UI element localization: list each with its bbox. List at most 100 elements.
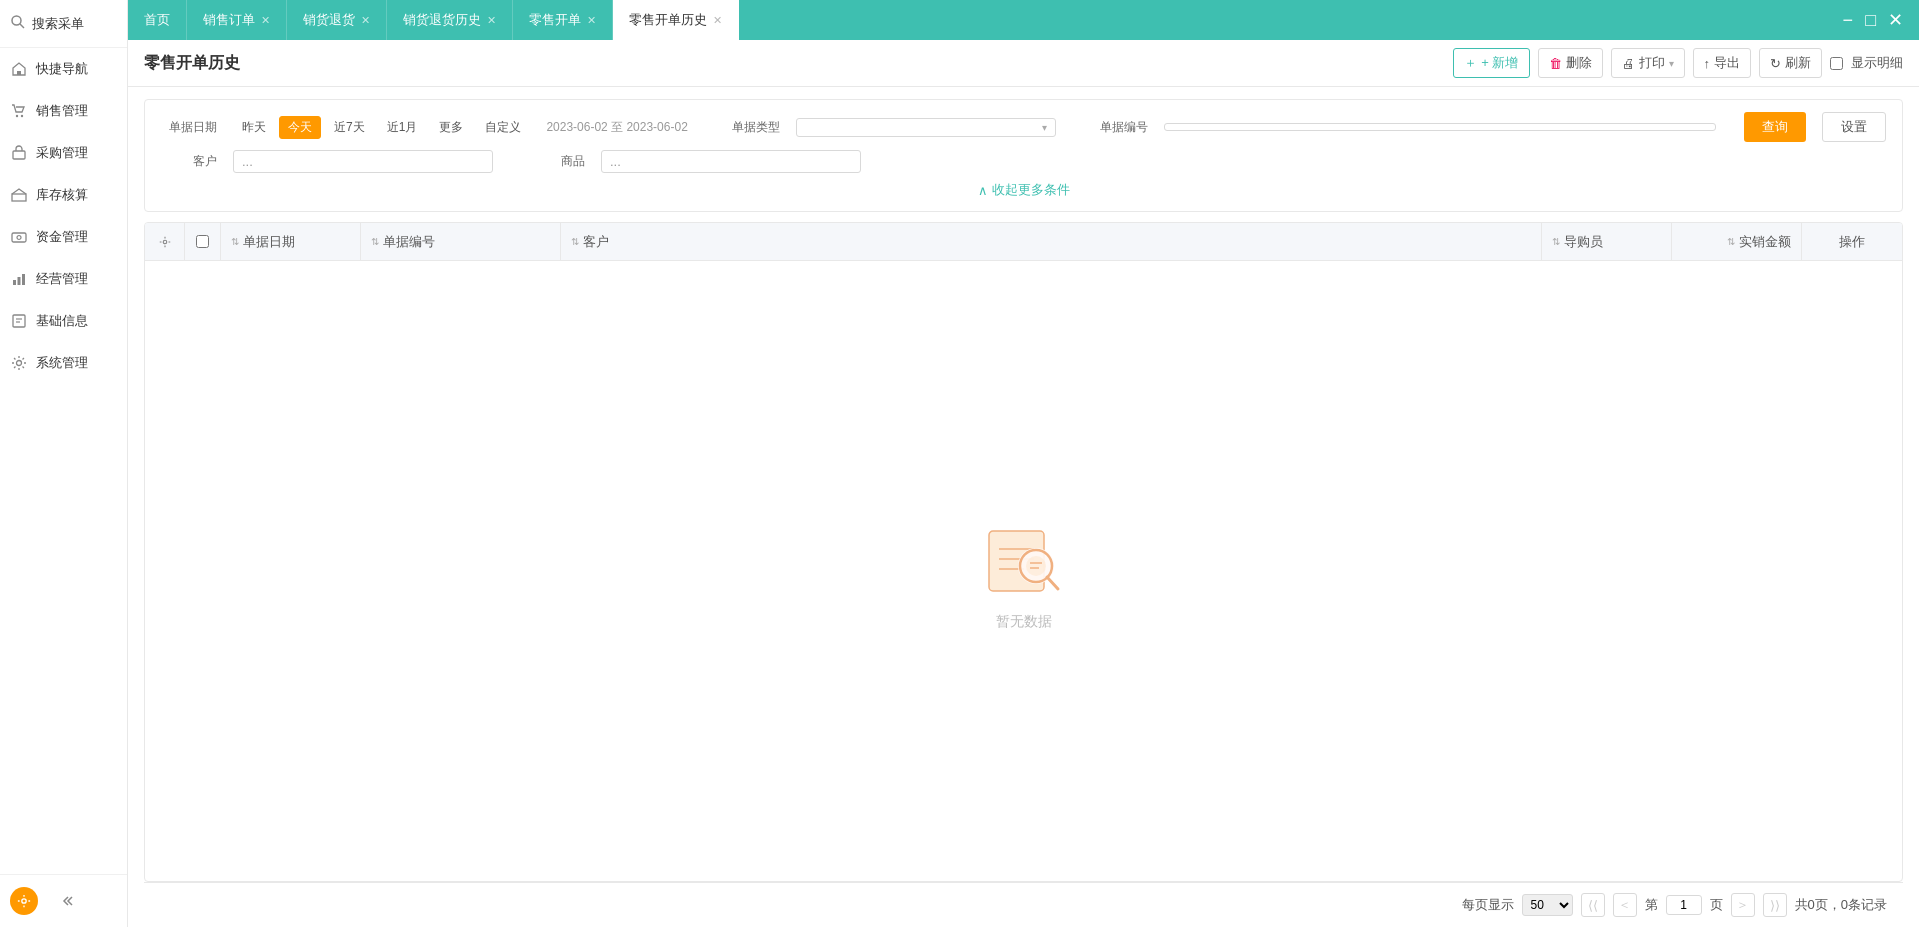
sidebar: 搜索采单 快捷导航 销售管理 采购管理 库存核算 资金管理 经营管理 bbox=[0, 0, 128, 927]
th-customer-label: 客户 bbox=[583, 233, 609, 251]
date-btn-custom[interactable]: 自定义 bbox=[476, 116, 530, 139]
page-word: 第 bbox=[1645, 896, 1658, 914]
goods-placeholder: ... bbox=[610, 154, 621, 169]
info-icon bbox=[10, 312, 28, 330]
delete-icon: 🗑 bbox=[1549, 56, 1562, 71]
svg-rect-9 bbox=[13, 280, 16, 285]
sidebar-item-label: 资金管理 bbox=[36, 228, 88, 246]
page-title: 零售开单历史 bbox=[144, 53, 1445, 74]
tab-label: 销售订单 bbox=[203, 11, 255, 29]
th-settings[interactable] bbox=[145, 223, 185, 260]
th-checkbox[interactable] bbox=[185, 223, 221, 260]
tab-sales-return-history[interactable]: 销货退货历史 ✕ bbox=[387, 0, 513, 40]
refresh-label: 刷新 bbox=[1785, 54, 1811, 72]
collapse-button[interactable]: ∧ 收起更多条件 bbox=[161, 181, 1886, 199]
th-action: 操作 bbox=[1802, 223, 1902, 260]
show-detail-toggle[interactable]: 显示明细 bbox=[1830, 54, 1903, 72]
add-button[interactable]: ＋ + 新增 bbox=[1453, 48, 1529, 78]
sidebar-item-basic-info[interactable]: 基础信息 bbox=[0, 300, 127, 342]
sidebar-item-operation[interactable]: 经营管理 bbox=[0, 258, 127, 300]
print-arrow-icon: ▾ bbox=[1669, 58, 1674, 69]
date-btn-1month[interactable]: 近1月 bbox=[378, 116, 427, 139]
tab-close-icon[interactable]: ✕ bbox=[713, 14, 722, 27]
tab-close-icon[interactable]: ✕ bbox=[487, 14, 496, 27]
customer-input[interactable]: ... bbox=[233, 150, 493, 173]
th-customer-sort-icon: ⇅ bbox=[571, 236, 579, 247]
goods-label: 商品 bbox=[529, 153, 585, 170]
sidebar-item-purchase-mgmt[interactable]: 采购管理 bbox=[0, 132, 127, 174]
th-amount[interactable]: ⇅ 实销金额 bbox=[1672, 223, 1802, 260]
svg-rect-12 bbox=[13, 315, 25, 327]
tab-close-icon[interactable]: ✕ bbox=[361, 14, 370, 27]
table-area: ⇅ 单据日期 ⇅ 单据编号 ⇅ 客户 ⇅ 导购员 ⇅ 实销金额 bbox=[144, 222, 1903, 882]
th-date[interactable]: ⇅ 单据日期 bbox=[221, 223, 361, 260]
export-label: 导出 bbox=[1714, 54, 1740, 72]
sidebar-item-system[interactable]: 系统管理 bbox=[0, 342, 127, 384]
add-icon: ＋ bbox=[1464, 54, 1477, 72]
date-btn-7days[interactable]: 近7天 bbox=[325, 116, 374, 139]
window-close-button[interactable]: ✕ bbox=[1888, 9, 1903, 31]
tab-home-label: 首页 bbox=[144, 11, 170, 29]
tab-close-icon[interactable]: ✕ bbox=[261, 14, 270, 27]
tab-sales-return[interactable]: 销货退货 ✕ bbox=[287, 0, 387, 40]
bill-type-select[interactable]: ▾ bbox=[796, 118, 1056, 137]
goods-input[interactable]: ... bbox=[601, 150, 861, 173]
bill-no-label: 单据编号 bbox=[1092, 119, 1148, 136]
show-detail-checkbox[interactable] bbox=[1830, 57, 1843, 70]
svg-rect-6 bbox=[12, 194, 26, 201]
refresh-icon: ↻ bbox=[1770, 56, 1781, 71]
page-number-input[interactable] bbox=[1666, 895, 1702, 915]
window-maximize-button[interactable]: □ bbox=[1865, 10, 1876, 31]
sidebar-item-quick-nav[interactable]: 快捷导航 bbox=[0, 48, 127, 90]
page-next-button[interactable]: ＞ bbox=[1731, 893, 1755, 917]
table-header: ⇅ 单据日期 ⇅ 单据编号 ⇅ 客户 ⇅ 导购员 ⇅ 实销金额 bbox=[145, 223, 1902, 261]
sidebar-item-label: 经营管理 bbox=[36, 270, 88, 288]
svg-rect-2 bbox=[17, 71, 21, 75]
export-button[interactable]: ↑ 导出 bbox=[1693, 48, 1752, 78]
page-prev-button[interactable]: ＜ bbox=[1613, 893, 1637, 917]
th-customer[interactable]: ⇅ 客户 bbox=[561, 223, 1542, 260]
th-date-label: 单据日期 bbox=[243, 233, 295, 251]
tab-retail-open[interactable]: 零售开单 ✕ bbox=[513, 0, 613, 40]
th-guide[interactable]: ⇅ 导购员 bbox=[1542, 223, 1672, 260]
tab-label: 零售开单历史 bbox=[629, 11, 707, 29]
sidebar-search[interactable]: 搜索采单 bbox=[0, 0, 127, 48]
tab-sales-order[interactable]: 销售订单 ✕ bbox=[187, 0, 287, 40]
svg-point-15 bbox=[17, 361, 22, 366]
sidebar-collapse-button[interactable] bbox=[54, 889, 78, 913]
date-btn-yesterday[interactable]: 昨天 bbox=[233, 116, 275, 139]
bill-type-arrow-icon: ▾ bbox=[1042, 122, 1047, 133]
setting-button[interactable]: 设置 bbox=[1822, 112, 1886, 142]
page-first-button[interactable]: ⟨⟨ bbox=[1581, 893, 1605, 917]
sidebar-item-sales-mgmt[interactable]: 销售管理 bbox=[0, 90, 127, 132]
svg-point-17 bbox=[163, 240, 167, 244]
date-btn-today[interactable]: 今天 bbox=[279, 116, 321, 139]
refresh-button[interactable]: ↻ 刷新 bbox=[1759, 48, 1822, 78]
sidebar-item-finance[interactable]: 资金管理 bbox=[0, 216, 127, 258]
tab-retail-open-history[interactable]: 零售开单历史 ✕ bbox=[613, 0, 739, 40]
th-billno-label: 单据编号 bbox=[383, 233, 435, 251]
toolbar: 零售开单历史 ＋ + 新增 🗑 删除 🖨 打印 ▾ ↑ 导出 ↻ 刷新 显示明细 bbox=[128, 40, 1919, 87]
bill-type-label: 单据类型 bbox=[724, 119, 780, 136]
delete-button[interactable]: 🗑 删除 bbox=[1538, 48, 1603, 78]
settings-gear-button[interactable] bbox=[10, 887, 38, 915]
query-button[interactable]: 查询 bbox=[1744, 112, 1806, 142]
print-button[interactable]: 🖨 打印 ▾ bbox=[1611, 48, 1685, 78]
svg-point-4 bbox=[21, 115, 23, 117]
window-minimize-button[interactable]: − bbox=[1843, 10, 1854, 31]
per-page-select[interactable]: 50 100 200 bbox=[1522, 894, 1573, 916]
content-area: 单据日期 昨天 今天 近7天 近1月 更多 自定义 2023-06-02 至 2… bbox=[128, 87, 1919, 927]
tab-home[interactable]: 首页 bbox=[128, 0, 187, 40]
sidebar-bottom bbox=[0, 874, 127, 927]
pagination: 每页显示 50 100 200 ⟨⟨ ＜ 第 页 ＞ ⟩⟩ 共0页，0条记录 bbox=[144, 882, 1903, 927]
sidebar-item-inventory[interactable]: 库存核算 bbox=[0, 174, 127, 216]
bill-no-input[interactable] bbox=[1164, 123, 1716, 131]
th-action-label: 操作 bbox=[1839, 233, 1865, 251]
filter-row-1: 单据日期 昨天 今天 近7天 近1月 更多 自定义 2023-06-02 至 2… bbox=[161, 112, 1886, 142]
page-last-button[interactable]: ⟩⟩ bbox=[1763, 893, 1787, 917]
empty-text: 暂无数据 bbox=[996, 613, 1052, 631]
th-billno[interactable]: ⇅ 单据编号 bbox=[361, 223, 561, 260]
tab-close-icon[interactable]: ✕ bbox=[587, 14, 596, 27]
select-all-checkbox[interactable] bbox=[196, 235, 209, 248]
date-btn-more[interactable]: 更多 bbox=[430, 116, 472, 139]
